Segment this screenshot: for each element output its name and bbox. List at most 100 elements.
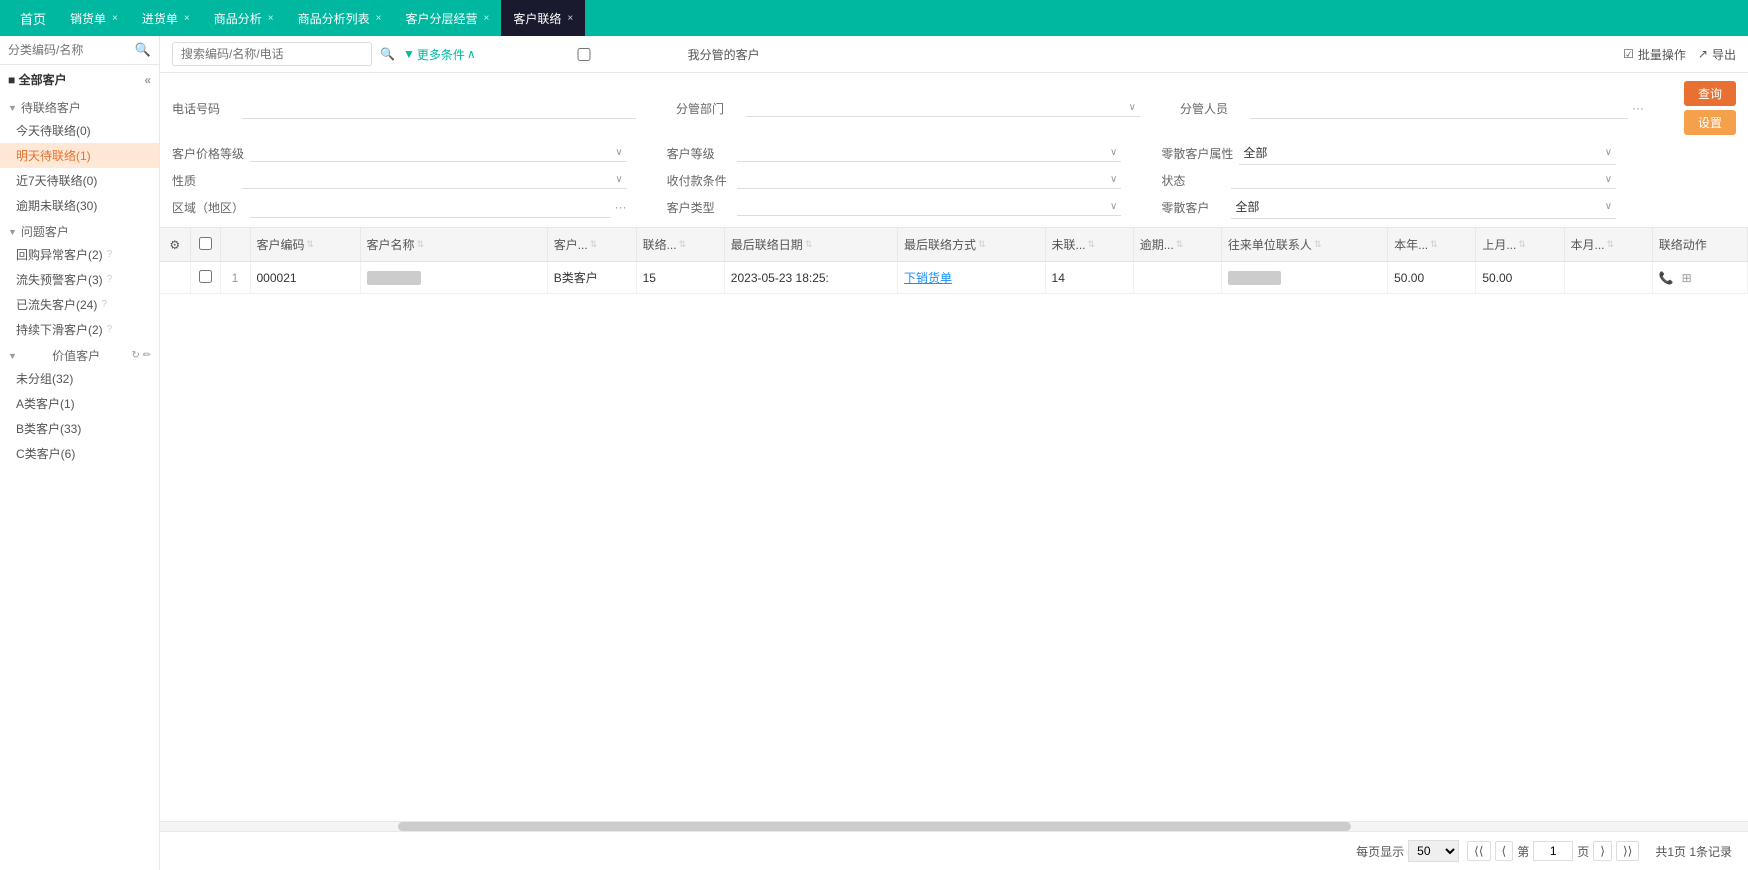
nav-purchase-order[interactable]: 进货单 × bbox=[130, 0, 202, 36]
search-input[interactable] bbox=[172, 42, 372, 66]
sidebar-item-overdue-contact[interactable]: 逾期未联络(30) bbox=[0, 193, 159, 218]
filter-label-price-level: 客户价格等级 bbox=[172, 145, 250, 162]
th-company-contact[interactable]: 往来单位联系人 ⇅ bbox=[1221, 228, 1387, 262]
th-overdue[interactable]: 逾期... ⇅ bbox=[1133, 228, 1221, 262]
problem-customers-group[interactable]: 问题客户 bbox=[0, 218, 159, 242]
th-this-month[interactable]: 本月... ⇅ bbox=[1564, 228, 1652, 262]
manager-dots-icon[interactable]: ··· bbox=[1632, 101, 1644, 115]
filter-select-retail-attr[interactable]: 全部 ∨ bbox=[1239, 141, 1616, 165]
action-phone-icon[interactable]: 📞 bbox=[1659, 271, 1674, 285]
nav-product-analysis-table[interactable]: 商品分析列表 × bbox=[286, 0, 394, 36]
sidebar-item-ungrouped[interactable]: 未分组(32) bbox=[0, 366, 159, 391]
per-page-select[interactable]: 50 100 bbox=[1408, 840, 1459, 862]
th-name[interactable]: 客户名称 ⇅ bbox=[360, 228, 547, 262]
horizontal-scrollbar[interactable] bbox=[160, 821, 1748, 831]
close-product-analysis-icon[interactable]: × bbox=[268, 13, 274, 24]
sort-overdue-icon: ⇅ bbox=[1176, 239, 1184, 250]
close-sales-order-icon[interactable]: × bbox=[112, 13, 118, 24]
filter-select-status[interactable]: ∨ bbox=[1231, 171, 1616, 189]
filter-input-region[interactable] bbox=[250, 197, 611, 218]
sidebar-item-7days-contact[interactable]: 近7天待联络(0) bbox=[0, 168, 159, 193]
per-page-container: 每页显示 50 100 bbox=[1356, 840, 1459, 862]
filter-select-payment[interactable]: ∨ bbox=[737, 171, 1122, 189]
table-row: 1 000021 Ea B类客户 15 bbox=[160, 262, 1748, 294]
th-last-contact-method[interactable]: 最后联络方式 ⇅ bbox=[898, 228, 1045, 262]
row-last-contact-method-cell[interactable]: 下销货单 bbox=[898, 262, 1045, 294]
filter-cell-region: 区域（地区） ··· bbox=[172, 197, 627, 218]
gear-header-icon[interactable]: ⚙ bbox=[169, 238, 180, 252]
problem-customers-label: 问题客户 bbox=[21, 223, 69, 240]
nav-home[interactable]: 首页 bbox=[8, 0, 58, 36]
sidebar-item-today-contact[interactable]: 今天待联络(0) bbox=[0, 118, 159, 143]
th-this-year[interactable]: 本年... ⇅ bbox=[1388, 228, 1476, 262]
per-page-label: 每页显示 bbox=[1356, 843, 1404, 860]
close-purchase-order-icon[interactable]: × bbox=[184, 13, 190, 24]
filter-select-dept[interactable]: ∨ bbox=[746, 99, 1140, 117]
pending-contact-group[interactable]: 待联络客户 bbox=[0, 94, 159, 118]
sidebar-item-class-c[interactable]: C类客户(6) bbox=[0, 441, 159, 466]
filter-select-nature[interactable]: ∨ bbox=[242, 171, 627, 189]
settings-button[interactable]: 设置 bbox=[1684, 110, 1736, 135]
close-product-analysis-table-icon[interactable]: × bbox=[376, 13, 382, 24]
all-customers-header[interactable]: ■ 全部客户 « bbox=[0, 65, 159, 94]
toolbar-search-icon[interactable]: 🔍 bbox=[380, 47, 395, 61]
collapse-sidebar-icon[interactable]: « bbox=[144, 73, 151, 87]
action-grid-icon[interactable]: ⊞ bbox=[1682, 271, 1692, 285]
filter-select-customer-level[interactable]: ∨ bbox=[737, 144, 1122, 162]
last-page-btn[interactable]: ⟩⟩ bbox=[1616, 841, 1639, 861]
row-checkbox-cell[interactable] bbox=[190, 262, 220, 294]
th-contact[interactable]: 联络... ⇅ bbox=[636, 228, 724, 262]
filter-input-phone[interactable] bbox=[242, 98, 636, 119]
price-level-arrow-icon: ∨ bbox=[615, 147, 622, 158]
sidebar-item-repeat-anomaly[interactable]: 回购异常客户(2) ? bbox=[0, 242, 159, 267]
value-customers-refresh[interactable]: ↻ ✏ bbox=[131, 350, 151, 361]
filter-cell-manager: 分管人员 ··· bbox=[1180, 98, 1644, 119]
filter-cell-customer-level: 客户等级 ∨ bbox=[667, 144, 1122, 162]
th-checkbox[interactable] bbox=[190, 228, 220, 262]
nature-arrow-icon: ∨ bbox=[615, 174, 622, 185]
sidebar-item-churned[interactable]: 已流失客户(24) ? bbox=[0, 292, 159, 317]
nav-customer-segment[interactable]: 客户分层经营 × bbox=[393, 0, 501, 36]
close-customer-contact-icon[interactable]: × bbox=[567, 13, 573, 24]
filter-select-customer-type[interactable]: ∨ bbox=[737, 198, 1122, 216]
th-type[interactable]: 客户... ⇅ bbox=[547, 228, 636, 262]
query-button[interactable]: 查询 bbox=[1684, 81, 1736, 106]
pagination: 每页显示 50 100 ⟨⟨ ⟨ 第 页 ⟩ ⟩⟩ 共1页 1条记录 bbox=[160, 831, 1748, 870]
export-btn[interactable]: ↗ 导出 bbox=[1698, 46, 1736, 63]
row-checkbox[interactable] bbox=[199, 270, 212, 283]
table-body: 1 000021 Ea B类客户 15 bbox=[160, 262, 1748, 294]
sidebar-item-declining[interactable]: 持续下滑客户(2) ? bbox=[0, 317, 159, 342]
nav-sales-order[interactable]: 销货单 × bbox=[58, 0, 130, 36]
nav-customer-contact[interactable]: 客户联络 × bbox=[501, 0, 585, 36]
th-last-month[interactable]: 上月... ⇅ bbox=[1476, 228, 1564, 262]
sidebar-item-class-b[interactable]: B类客户(33) bbox=[0, 416, 159, 441]
page-input[interactable] bbox=[1533, 841, 1573, 861]
next-page-btn[interactable]: ⟩ bbox=[1593, 841, 1612, 861]
prev-page-btn[interactable]: ⟨ bbox=[1495, 841, 1514, 861]
select-all-checkbox[interactable] bbox=[199, 237, 212, 250]
region-dots-icon[interactable]: ··· bbox=[615, 200, 627, 214]
sidebar-search-input[interactable] bbox=[8, 43, 135, 57]
th-uncontacted[interactable]: 未联... ⇅ bbox=[1045, 228, 1133, 262]
sidebar-search-icon[interactable]: 🔍 bbox=[135, 42, 151, 58]
filter-input-manager[interactable] bbox=[1250, 98, 1628, 119]
first-page-btn[interactable]: ⟨⟨ bbox=[1467, 841, 1490, 861]
page-navigation: ⟨⟨ ⟨ 第 页 ⟩ ⟩⟩ bbox=[1467, 841, 1639, 861]
th-code[interactable]: 客户编码 ⇅ bbox=[250, 228, 360, 262]
value-customers-group[interactable]: 价值客户 ↻ ✏ bbox=[0, 342, 159, 366]
my-customers-checkbox[interactable] bbox=[484, 48, 684, 61]
sidebar-item-lost-customers[interactable]: 流失预警客户(3) ? bbox=[0, 267, 159, 292]
sidebar-item-class-a[interactable]: A类客户(1) bbox=[0, 391, 159, 416]
my-customers-container: 我分管的客户 bbox=[484, 46, 760, 63]
payment-arrow-icon: ∨ bbox=[1110, 174, 1117, 185]
batch-operation-btn[interactable]: ☑ 批量操作 bbox=[1623, 46, 1686, 63]
last-contact-method-link[interactable]: 下销货单 bbox=[904, 271, 952, 285]
filter-select-retail-customer[interactable]: 全部 ∨ bbox=[1231, 195, 1616, 219]
close-customer-segment-icon[interactable]: × bbox=[483, 13, 489, 24]
th-last-contact-date[interactable]: 最后联络日期 ⇅ bbox=[724, 228, 897, 262]
th-gear[interactable]: ⚙ bbox=[160, 228, 190, 262]
nav-product-analysis[interactable]: 商品分析 × bbox=[202, 0, 286, 36]
filter-select-price-level[interactable]: ∨ bbox=[250, 144, 627, 162]
more-conditions-btn[interactable]: ▼ 更多条件 ∧ bbox=[403, 46, 476, 63]
sidebar-item-tomorrow-contact[interactable]: 明天待联络(1) bbox=[0, 143, 159, 168]
